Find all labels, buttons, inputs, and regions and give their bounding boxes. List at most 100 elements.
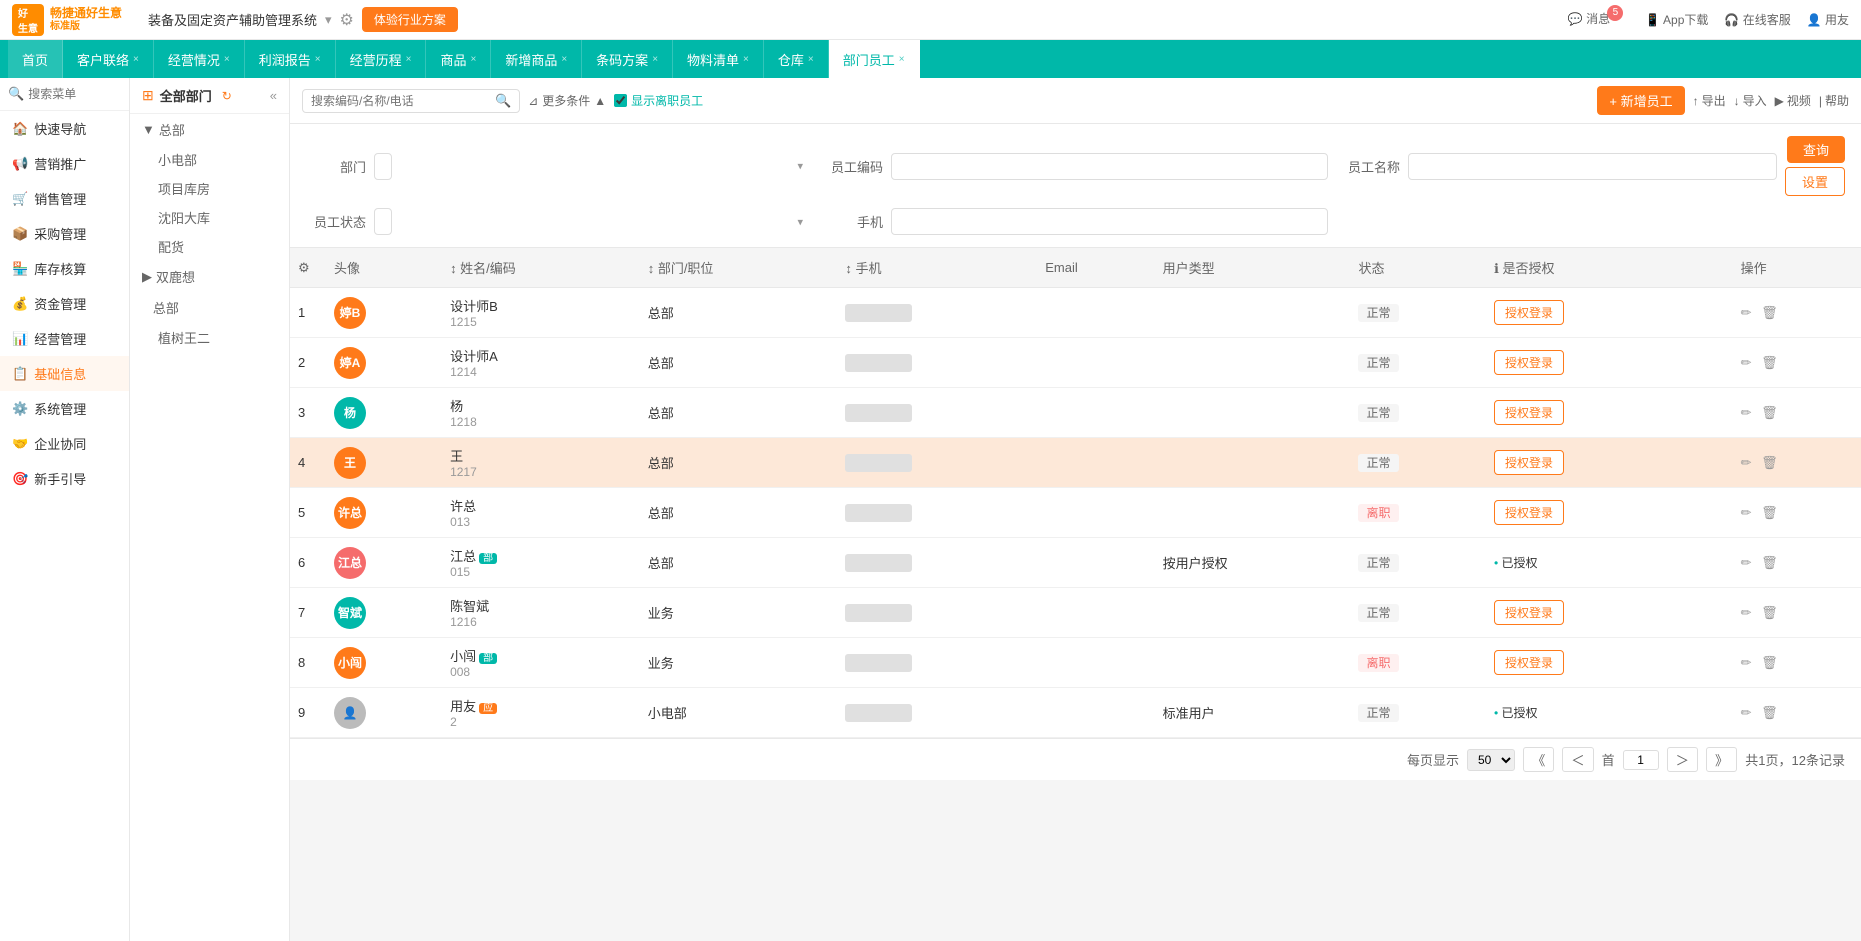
dropdown-arrow-icon[interactable]: ▾ bbox=[325, 12, 332, 28]
nav-tab-dept[interactable]: 部门员工 × bbox=[829, 40, 920, 78]
nav-tab-new-goods[interactable]: 新增商品 × bbox=[491, 40, 582, 78]
dept-node-shuangluxiang[interactable]: ▶ 双鹿想 bbox=[130, 261, 289, 292]
sidebar-item-home[interactable]: 🏠快速导航 bbox=[0, 111, 129, 146]
page-input[interactable] bbox=[1623, 750, 1659, 770]
delete-btn[interactable]: 🗑 bbox=[1761, 305, 1778, 320]
auth-login-btn[interactable]: 授权登录 bbox=[1494, 450, 1564, 475]
add-employee-btn[interactable]: + 新增员工 bbox=[1597, 86, 1684, 115]
sidebar-item-guide[interactable]: 🎯新手引导 bbox=[0, 461, 129, 496]
delete-btn[interactable]: 🗑 bbox=[1761, 455, 1778, 470]
dept-node-zongbu2[interactable]: 总部 bbox=[130, 292, 289, 323]
status-select[interactable] bbox=[374, 208, 392, 235]
phone-input[interactable] bbox=[891, 208, 1328, 235]
dept-node-xiaodian[interactable]: 小电部 bbox=[130, 145, 289, 174]
search-submit-icon[interactable]: 🔍 bbox=[495, 93, 511, 109]
last-page-btn[interactable]: 》 bbox=[1706, 747, 1737, 772]
settings-icon[interactable]: ⚙ bbox=[340, 10, 354, 30]
import-btn[interactable]: ↓ 导入 bbox=[1734, 92, 1767, 109]
emp-name-input[interactable] bbox=[1408, 153, 1777, 180]
user-area[interactable]: 👤 用友 bbox=[1807, 11, 1849, 28]
video-btn[interactable]: ▶ 视频 bbox=[1775, 92, 1811, 109]
dept-node-shenyang[interactable]: 沈阳大库 bbox=[130, 203, 289, 232]
delete-btn[interactable]: 🗑 bbox=[1761, 605, 1778, 620]
close-icon[interactable]: × bbox=[899, 54, 905, 65]
close-icon[interactable]: × bbox=[743, 54, 749, 65]
nav-tab-warehouse[interactable]: 仓库 × bbox=[764, 40, 829, 78]
nav-tab-goods[interactable]: 商品 × bbox=[426, 40, 491, 78]
nav-tab-profit[interactable]: 利润报告 × bbox=[245, 40, 336, 78]
delete-btn[interactable]: 🗑 bbox=[1761, 505, 1778, 520]
first-page-btn[interactable]: 《 bbox=[1523, 747, 1554, 772]
emp-code-input[interactable] bbox=[891, 153, 1328, 180]
close-icon[interactable]: × bbox=[470, 54, 476, 65]
edit-btn[interactable]: ✏ bbox=[1741, 305, 1752, 320]
more-filter-btn[interactable]: ⊿ 更多条件 ▲ bbox=[528, 92, 606, 109]
auth-login-btn[interactable]: 授权登录 bbox=[1494, 650, 1564, 675]
delete-btn[interactable]: 🗑 bbox=[1761, 555, 1778, 570]
delete-btn[interactable]: 🗑 bbox=[1761, 705, 1778, 720]
nav-tab-barcode[interactable]: 条码方案 × bbox=[582, 40, 673, 78]
auth-login-btn[interactable]: 授权登录 bbox=[1494, 600, 1564, 625]
edit-btn[interactable]: ✏ bbox=[1741, 555, 1752, 570]
sidebar-item-basic[interactable]: 📋基础信息 bbox=[0, 356, 129, 391]
dept-node-zhishu[interactable]: 植树王二 bbox=[130, 323, 289, 352]
sidebar-item-system[interactable]: ⚙️系统管理 bbox=[0, 391, 129, 426]
close-icon[interactable]: × bbox=[224, 54, 230, 65]
help-btn[interactable]: | 帮助 bbox=[1819, 92, 1849, 109]
auth-login-btn[interactable]: 授权登录 bbox=[1494, 500, 1564, 525]
close-icon[interactable]: × bbox=[808, 54, 814, 65]
dept-select[interactable] bbox=[374, 153, 392, 180]
close-icon[interactable]: × bbox=[561, 54, 567, 65]
sidebar-item-purchase[interactable]: 📦采购管理 bbox=[0, 216, 129, 251]
close-icon[interactable]: × bbox=[406, 54, 412, 65]
close-icon[interactable]: × bbox=[133, 54, 139, 65]
dept-node-peihuo[interactable]: 配货 bbox=[130, 232, 289, 261]
nav-tab-customer[interactable]: 客户联络 × bbox=[63, 40, 154, 78]
edit-btn[interactable]: ✏ bbox=[1741, 355, 1752, 370]
online-service[interactable]: 🎧 在线客服 bbox=[1724, 11, 1790, 28]
collapse-panel-btn[interactable]: « bbox=[270, 88, 277, 103]
edit-btn[interactable]: ✏ bbox=[1741, 605, 1752, 620]
app-download[interactable]: 📱 App下载 bbox=[1645, 11, 1708, 28]
close-icon[interactable]: × bbox=[652, 54, 658, 65]
sidebar-item-sales[interactable]: 🛒销售管理 bbox=[0, 181, 129, 216]
next-page-btn[interactable]: ＞ bbox=[1667, 747, 1698, 772]
refresh-dept-icon[interactable]: ↻ bbox=[222, 89, 232, 103]
sidebar-item-finance[interactable]: 💰资金管理 bbox=[0, 286, 129, 321]
nav-tab-bom[interactable]: 物料清单 × bbox=[673, 40, 764, 78]
sidebar-item-marketing[interactable]: 📢营销推广 bbox=[0, 146, 129, 181]
set-btn[interactable]: 设置 bbox=[1785, 167, 1845, 196]
sidebar-item-collab[interactable]: 🤝企业协同 bbox=[0, 426, 129, 461]
show-resign-toggle[interactable]: 显示离职员工 bbox=[614, 92, 703, 109]
nav-tab-history[interactable]: 经营历程 × bbox=[336, 40, 427, 78]
dept-node-project[interactable]: 项目库房 bbox=[130, 174, 289, 203]
nav-tab-operation[interactable]: 经营情况 × bbox=[154, 40, 245, 78]
edit-btn[interactable]: ✏ bbox=[1741, 405, 1752, 420]
page-size-select[interactable]: 50 bbox=[1467, 749, 1515, 771]
prev-page-btn[interactable]: ＜ bbox=[1562, 747, 1593, 772]
edit-btn[interactable]: ✏ bbox=[1741, 505, 1752, 520]
search-input[interactable] bbox=[28, 87, 121, 101]
edit-btn[interactable]: ✏ bbox=[1741, 455, 1752, 470]
edit-btn[interactable]: ✏ bbox=[1741, 705, 1752, 720]
delete-btn[interactable]: 🗑 bbox=[1761, 405, 1778, 420]
auth-login-btn[interactable]: 授权登录 bbox=[1494, 350, 1564, 375]
close-icon[interactable]: × bbox=[315, 54, 321, 65]
search-input-main[interactable] bbox=[311, 94, 491, 108]
sidebar-item-inventory[interactable]: 🏪库存核算 bbox=[0, 251, 129, 286]
dept-node-zongbu-parent[interactable]: ▼ 总部 bbox=[130, 114, 289, 145]
nav-tab-home[interactable]: 首页 bbox=[8, 40, 63, 78]
export-btn[interactable]: ↑ 导出 bbox=[1693, 92, 1726, 109]
edit-btn[interactable]: ✏ bbox=[1741, 655, 1752, 670]
trial-btn[interactable]: 体验行业方案 bbox=[362, 7, 458, 32]
sidebar-item-manage[interactable]: 📊经营管理 bbox=[0, 321, 129, 356]
delete-btn[interactable]: 🗑 bbox=[1761, 655, 1778, 670]
auth-login-btn[interactable]: 授权登录 bbox=[1494, 300, 1564, 325]
message-area[interactable]: 💬 消息 5 bbox=[1568, 10, 1630, 29]
show-resign-checkbox[interactable] bbox=[614, 94, 627, 107]
query-btn[interactable]: 查询 bbox=[1787, 136, 1845, 163]
spacer-cell bbox=[1694, 638, 1733, 688]
settings-col-icon[interactable]: ⚙ bbox=[298, 260, 310, 275]
auth-login-btn[interactable]: 授权登录 bbox=[1494, 400, 1564, 425]
delete-btn[interactable]: 🗑 bbox=[1761, 355, 1778, 370]
